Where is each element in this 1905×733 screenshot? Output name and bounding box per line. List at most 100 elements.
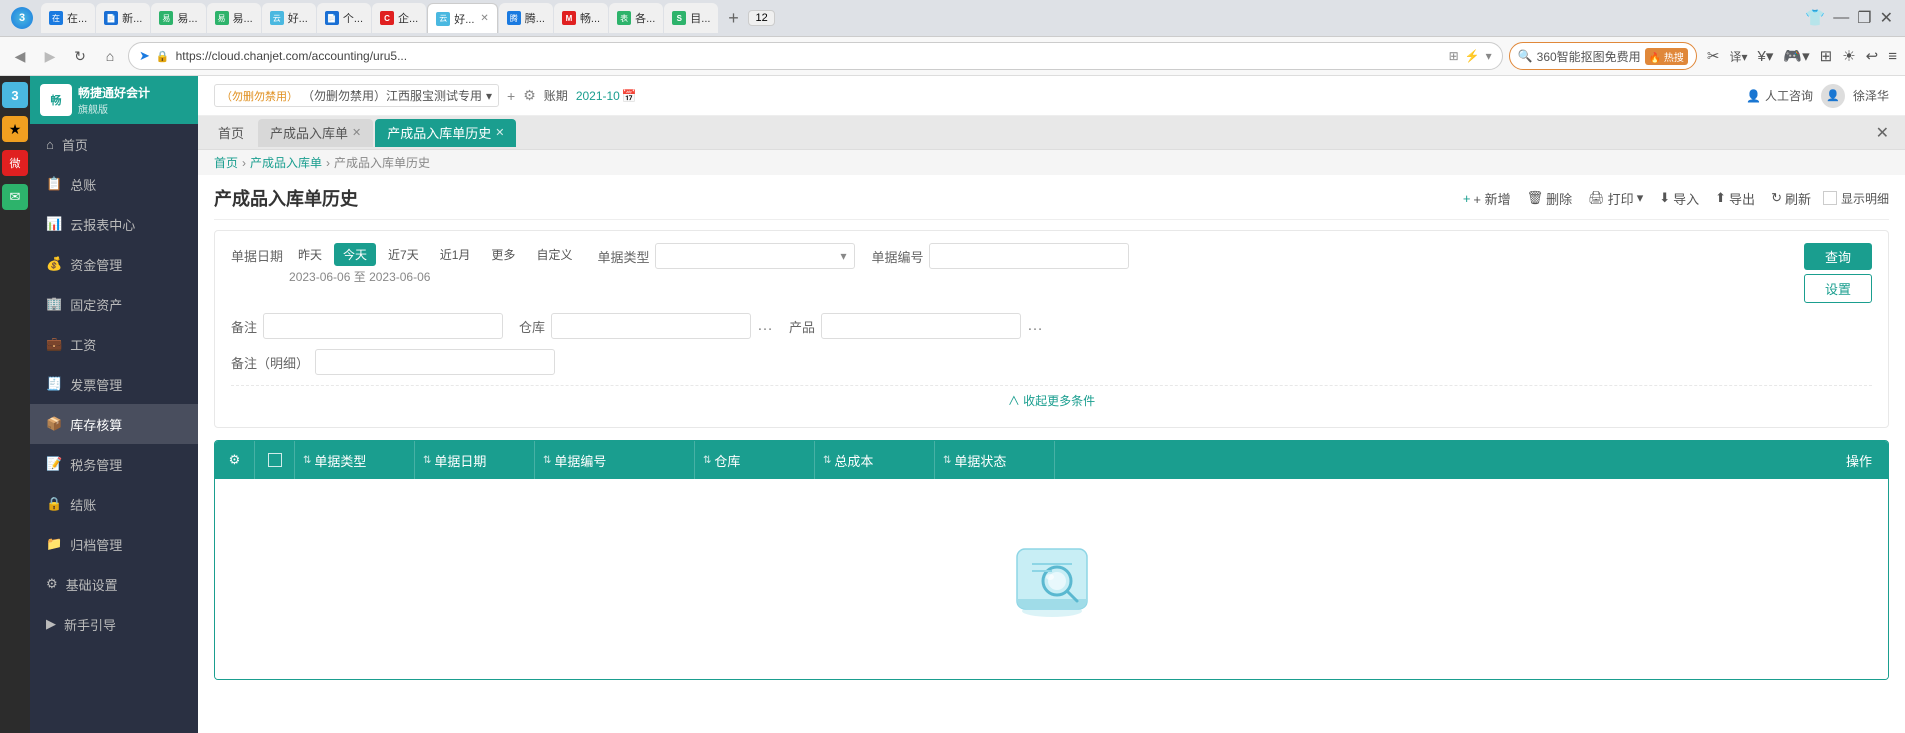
tab-10[interactable]: M 畅... (554, 3, 608, 33)
back-button[interactable]: ◀ (8, 44, 32, 68)
close-button[interactable]: ✕ (1880, 8, 1893, 28)
type-select[interactable]: ▾ (655, 243, 855, 269)
th-doc-type[interactable]: ⇅ 单据类型 (295, 441, 415, 479)
browser-sidebar-360[interactable]: 3 (2, 82, 28, 108)
tab-2[interactable]: 📄 新... (96, 3, 150, 33)
page-tab-history-close[interactable]: ✕ (495, 126, 504, 139)
tab-8-close[interactable]: ✕ (480, 13, 488, 24)
date-opt-more[interactable]: 更多 (482, 243, 524, 266)
sidebar-item-payroll[interactable]: 💼 工资 (30, 324, 198, 364)
translate-icon[interactable]: 译▾ (1730, 48, 1748, 65)
forward-button[interactable]: ▶ (38, 44, 62, 68)
game-icon[interactable]: 🎮▾ (1783, 47, 1809, 65)
panel-close-btn[interactable]: ✕ (1868, 123, 1897, 143)
browser-sidebar-weibo[interactable]: 微 (2, 150, 28, 176)
yuan-icon[interactable]: ¥▾ (1758, 47, 1774, 65)
username: 徐泽华 (1853, 87, 1889, 104)
th-checkbox[interactable] (255, 441, 295, 479)
breadcrumb-home[interactable]: 首页 (214, 154, 238, 171)
export-btn[interactable]: ⬆ 导出 (1711, 187, 1759, 210)
date-opt-1month[interactable]: 近1月 (431, 243, 480, 266)
date-opt-7days[interactable]: 近7天 (379, 243, 428, 266)
refresh-btn[interactable]: ↻ 刷新 (1767, 187, 1815, 210)
page-tab-list[interactable]: 产成品入库单 ✕ (258, 119, 373, 147)
sidebar-item-invoice[interactable]: 🧾 发票管理 (30, 364, 198, 404)
sidebar-item-inventory[interactable]: 📦 库存核算 (30, 404, 198, 444)
more-icon[interactable]: ≡ (1888, 48, 1897, 65)
sidebar-item-cloud-report[interactable]: 📊 云报表中心 (30, 204, 198, 244)
settings-btn[interactable]: ⚙ (523, 87, 536, 104)
sidebar-item-home[interactable]: ⌂ 首页 (30, 124, 198, 164)
toolbar-right: ✂ 译▾ ¥▾ 🎮▾ ⊞ ☀ ↩ ≡ (1703, 47, 1897, 65)
app-logo: 畅 (40, 84, 72, 116)
refresh-button[interactable]: ↻ (68, 44, 92, 68)
new-tab-button[interactable]: + (719, 4, 747, 32)
undo-icon[interactable]: ↩ (1866, 47, 1879, 65)
note-input[interactable] (263, 313, 503, 339)
restore-button[interactable]: ❐ (1857, 8, 1871, 28)
sidebar-item-archive[interactable]: 📁 归档管理 (30, 524, 198, 564)
page-tab-home[interactable]: 首页 (206, 119, 256, 147)
tab-11[interactable]: 表 各... (609, 3, 663, 33)
th-total-cost[interactable]: ⇅ 总成本 (815, 441, 935, 479)
th-warehouse[interactable]: ⇅ 仓库 (695, 441, 815, 479)
tab-12[interactable]: S 目... (664, 3, 718, 33)
home-button[interactable]: ⌂ (98, 44, 122, 68)
company-selector[interactable]: （勿删勿禁用） （勿删勿禁用）江西服宝测试专用 ▾ (214, 84, 499, 107)
tab-1[interactable]: 在 在... (41, 3, 95, 33)
date-opt-today[interactable]: 今天 (334, 243, 376, 266)
tab-6[interactable]: 📄 个... (317, 3, 371, 33)
query-btn[interactable]: 查询 (1804, 243, 1872, 270)
product-input[interactable] (821, 313, 1021, 339)
user-avatar[interactable]: 👤 (1821, 84, 1845, 108)
grid-view-icon[interactable]: ⊞ (1820, 47, 1833, 65)
th-doc-date[interactable]: ⇅ 单据日期 (415, 441, 535, 479)
tab-4[interactable]: 易 易... (207, 3, 261, 33)
import-btn[interactable]: ⬇ 导入 (1655, 187, 1703, 210)
delete-btn[interactable]: 🗑 删除 (1523, 187, 1577, 210)
dark-mode-icon[interactable]: ☀ (1842, 47, 1855, 65)
tab-5[interactable]: 云 好... (262, 3, 316, 33)
add-company-btn[interactable]: + (507, 88, 515, 104)
note-detail-input[interactable] (315, 349, 555, 375)
chevron-down-icon[interactable]: ▾ (1486, 49, 1492, 63)
show-detail-label: 显示明细 (1841, 190, 1889, 207)
sidebar-item-close-books[interactable]: 🔒 结账 (30, 484, 198, 524)
warehouse-dots[interactable]: … (757, 317, 773, 335)
warehouse-input[interactable] (551, 313, 751, 339)
customer-service[interactable]: 👤 人工咨询 (1746, 87, 1813, 104)
period-value[interactable]: 2021-10 📅 (576, 89, 637, 103)
window-controls: 👕 — ❐ ✕ (1805, 8, 1901, 28)
show-detail-checkbox[interactable] (1823, 191, 1837, 205)
page-tab-list-close[interactable]: ✕ (352, 126, 361, 139)
tab-7[interactable]: C 企... (372, 3, 426, 33)
th-doc-status[interactable]: ⇅ 单据状态 (935, 441, 1055, 479)
scissors-icon[interactable]: ✂ (1707, 47, 1720, 65)
new-btn[interactable]: + + 新增 (1459, 187, 1515, 210)
browser-sidebar-star[interactable]: ★ (2, 116, 28, 142)
number-input[interactable] (929, 243, 1129, 269)
tab-3[interactable]: 易 易... (151, 3, 205, 33)
tab-8-active[interactable]: 云 好... ✕ (427, 3, 498, 33)
url-bar[interactable]: ➤ 🔒 https://cloud.chanjet.com/accounting… (128, 42, 1503, 70)
print-btn[interactable]: 🖨 打印 ▾ (1584, 187, 1647, 210)
sidebar-item-ledger[interactable]: 📋 总账 (30, 164, 198, 204)
date-opt-yesterday[interactable]: 昨天 (289, 243, 331, 266)
set-btn[interactable]: 设置 (1804, 274, 1872, 303)
minimize-button[interactable]: — (1833, 9, 1849, 27)
th-gear[interactable]: ⚙ (215, 441, 255, 479)
sidebar-item-assets[interactable]: 🏢 固定资产 (30, 284, 198, 324)
sidebar-item-funds[interactable]: 💰 资金管理 (30, 244, 198, 284)
breadcrumb-list[interactable]: 产成品入库单 (250, 154, 322, 171)
collapse-bar[interactable]: ∧ 收起更多条件 (231, 385, 1872, 415)
sidebar-item-tax[interactable]: 📝 税务管理 (30, 444, 198, 484)
sidebar-item-basic-settings[interactable]: ⚙ 基础设置 (30, 564, 198, 604)
th-doc-number[interactable]: ⇅ 单据编号 (535, 441, 695, 479)
page-tab-history[interactable]: 产成品入库单历史 ✕ (375, 119, 516, 147)
browser-sidebar-mail[interactable]: ✉ (2, 184, 28, 210)
date-opt-custom[interactable]: 自定义 (527, 243, 581, 266)
tab-9[interactable]: 腾 腾... (499, 3, 553, 33)
sidebar-item-guide[interactable]: ▶ 新手引导 (30, 604, 198, 644)
product-dots[interactable]: … (1027, 317, 1043, 335)
ledger-nav-icon: 📋 (46, 176, 62, 192)
